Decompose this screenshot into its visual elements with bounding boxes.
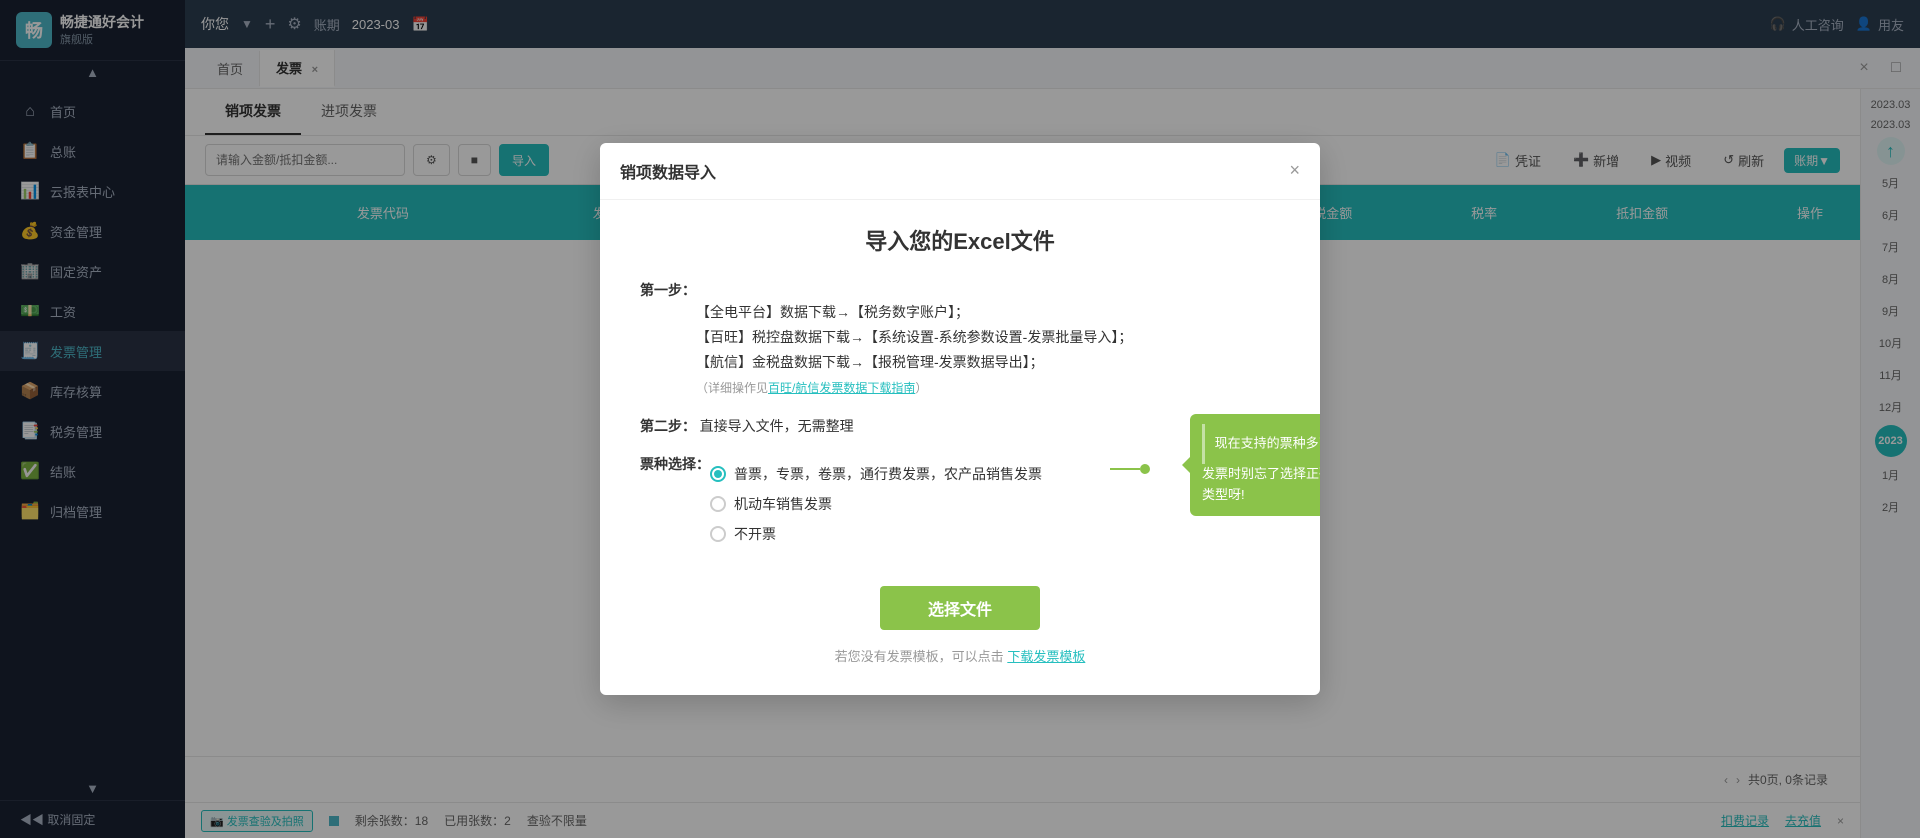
step1-note: （详细操作见百旺/航信发票数据下载指南） — [696, 375, 1280, 400]
step1-line1: 【全电平台】数据下载→【税务数字账户】； — [696, 300, 1280, 325]
radio-normal-circle — [710, 466, 726, 482]
step1-lines: 【全电平台】数据下载→【税务数字账户】； 【百旺】税控盘数据下载→【系统设置-系… — [696, 300, 1280, 401]
radio-vehicle-circle — [710, 496, 726, 512]
select-file-button[interactable]: 选择文件 — [880, 586, 1040, 630]
modal-overlay: 销项数据导入 × 导入您的Excel文件 第一步： 【全电平台】数据下载→【税务… — [0, 0, 1920, 838]
radio-no-ticket[interactable]: 不开票 — [710, 524, 1050, 544]
radio-vehicle-invoice[interactable]: 机动车销售发票 — [710, 494, 1050, 514]
radio-section: 票种选择： 普票，专票，卷票，通行费发票，农产品销售发票 — [640, 452, 1280, 566]
modal-body: 导入您的Excel文件 第一步： 【全电平台】数据下载→【税务数字账户】； 【百… — [600, 200, 1320, 696]
step1-label: 第一步： — [640, 282, 696, 298]
download-template-link[interactable]: 下载发票模板 — [1007, 649, 1085, 664]
step1-block: 第一步： 【全电平台】数据下载→【税务数字账户】； 【百旺】税控盘数据下载→【系… — [640, 280, 1280, 401]
modal-main-title: 导入您的Excel文件 — [640, 224, 1280, 256]
step2-label: 第二步： — [640, 418, 696, 434]
tooltip-box: 现在支持的票种多了，导入发票时别忘了选择正确的发票类型呀! × — [1190, 414, 1320, 516]
modal-title: 销项数据导入 — [620, 159, 716, 183]
modal-close-button[interactable]: × — [1289, 160, 1300, 181]
modal-header: 销项数据导入 × — [600, 143, 1320, 200]
import-modal: 销项数据导入 × 导入您的Excel文件 第一步： 【全电平台】数据下载→【税务… — [600, 143, 1320, 696]
radio-normal-invoice[interactable]: 普票，专票，卷票，通行费发票，农产品销售发票 现在支持的票种多了，导入发票时别忘… — [710, 464, 1050, 484]
step2-block: 第二步： 直接导入文件，无需整理 — [640, 416, 1280, 436]
radio-group: 普票，专票，卷票，通行费发票，农产品销售发票 现在支持的票种多了，导入发票时别忘… — [710, 464, 1050, 554]
radio-label: 票种选择： — [640, 454, 710, 474]
step2-content: 直接导入文件，无需整理 — [700, 418, 854, 434]
tooltip-dot — [1140, 464, 1150, 474]
modal-footer-note: 若您没有发票模板，可以点击 下载发票模板 — [640, 646, 1280, 665]
step1-line3: 【航信】金税盘数据下载→【报税管理-发票数据导出】； — [696, 350, 1280, 375]
tooltip-line — [1110, 468, 1140, 470]
step1-line2: 【百旺】税控盘数据下载→【系统设置-系统参数设置-发票批量导入】； — [696, 325, 1280, 350]
radio-no-ticket-circle — [710, 526, 726, 542]
tooltip-connector: 现在支持的票种多了，导入发票时别忘了选择正确的发票类型呀! × — [1110, 464, 1150, 474]
radio-row: 票种选择： 普票，专票，卷票，通行费发票，农产品销售发票 — [640, 452, 1280, 566]
tooltip-bar — [1202, 424, 1205, 464]
radio-normal-dot — [714, 470, 722, 478]
step1-guide-link[interactable]: 百旺/航信发票数据下载指南 — [768, 381, 915, 395]
